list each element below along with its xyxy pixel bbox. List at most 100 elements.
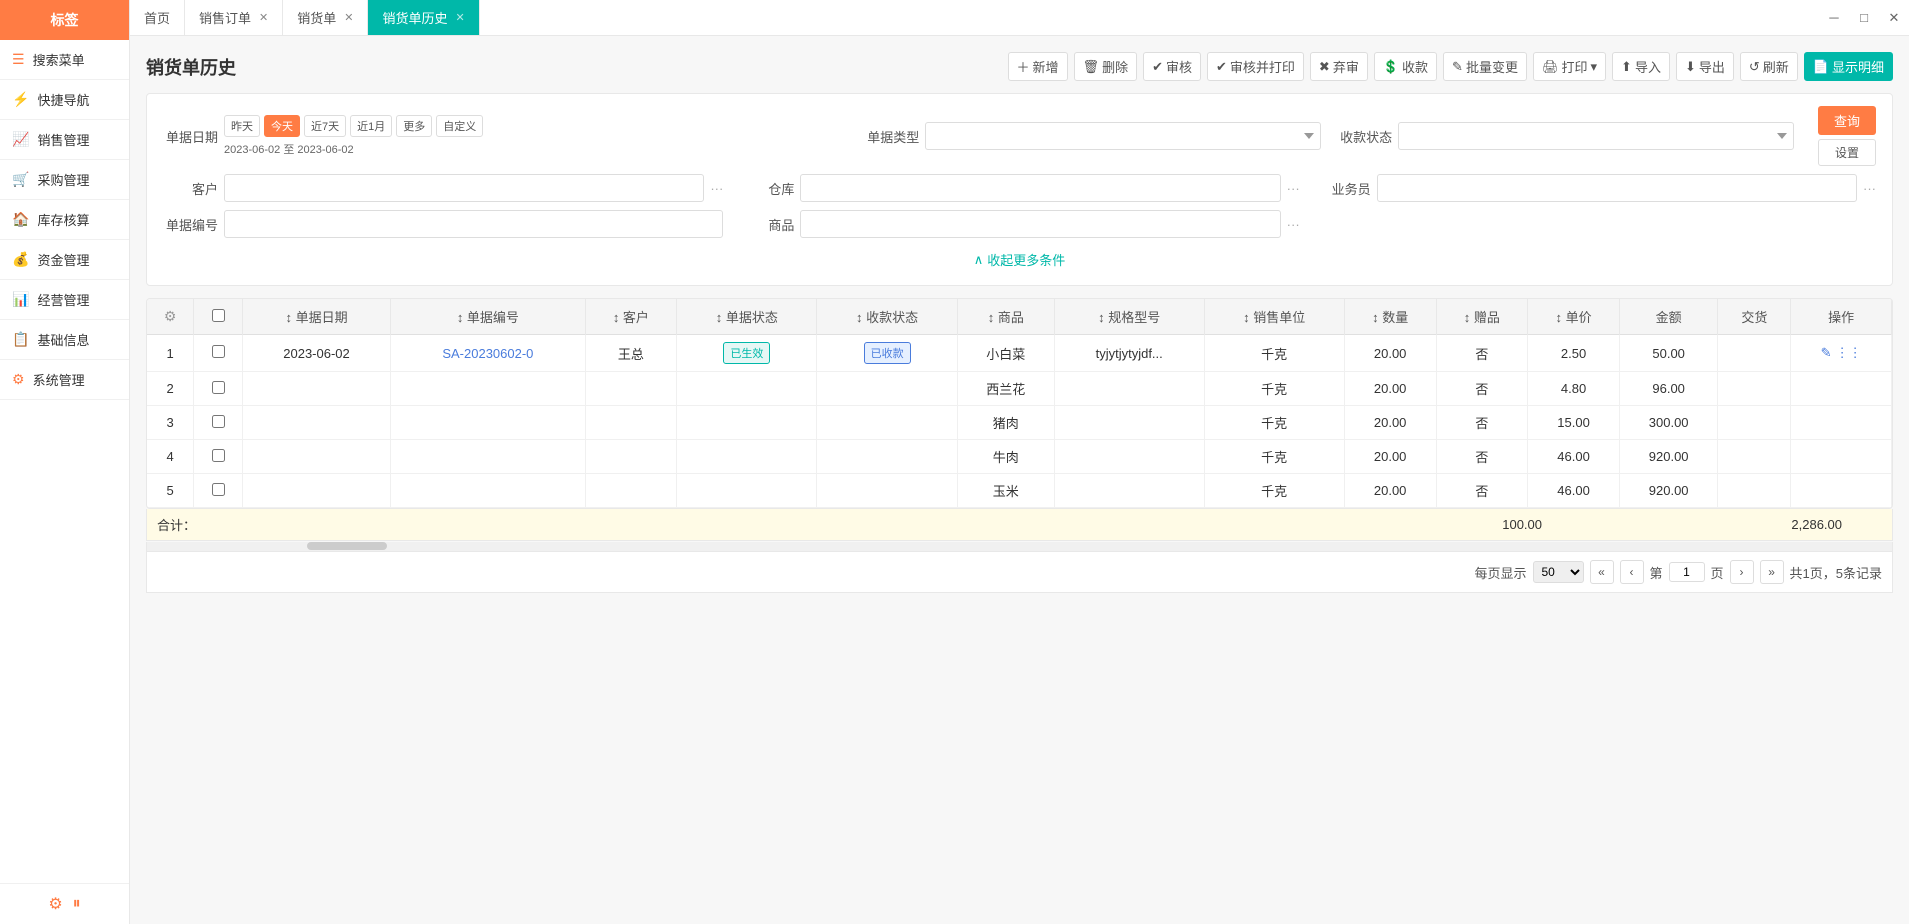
page-number-input[interactable] (1669, 562, 1705, 582)
row-checkbox[interactable] (194, 474, 243, 508)
filter-doc-type-select[interactable] (925, 122, 1321, 150)
col-unit-price[interactable]: ↕ 单价 (1528, 299, 1620, 335)
tab-close-sales-order[interactable]: ✕ (259, 11, 268, 24)
filter-salesperson-dots[interactable]: ··· (1863, 181, 1876, 196)
filter-customer-label: 客户 (163, 179, 218, 198)
delete-button[interactable]: 🗑 删除 (1074, 52, 1138, 81)
sidebar-item-search-menu[interactable]: ☰ 搜索菜单 (0, 40, 129, 80)
page-size-select[interactable]: 50 20 100 200 (1533, 561, 1584, 583)
row-checkbox[interactable] (194, 440, 243, 474)
tab-sales-history[interactable]: 销货单历史 ✕ (368, 0, 479, 35)
sidebar-item-sys-mgmt[interactable]: ⚙ 系统管理 (0, 360, 129, 400)
row-doc-num (391, 440, 585, 474)
page-label: 第 (1650, 563, 1663, 582)
col-doc-num[interactable]: ↕ 单据编号 (391, 299, 585, 335)
sales-mgmt-icon: 📈 (12, 131, 29, 148)
last-page-button[interactable]: » (1760, 560, 1784, 584)
filter-row-3: 单据编号 商品 ··· (163, 210, 1876, 238)
col-doc-status[interactable]: ↕ 单据状态 (677, 299, 817, 335)
row-amount: 920.00 (1619, 474, 1718, 508)
horizontal-scrollbar[interactable] (146, 542, 1893, 552)
filter-salesperson-input[interactable] (1377, 174, 1857, 202)
close-button[interactable]: ✕ (1879, 0, 1909, 36)
date-btn-custom[interactable]: 自定义 (436, 115, 483, 137)
batch-change-button[interactable]: ✎ 批量变更 (1443, 52, 1527, 81)
filter-goods-input[interactable] (800, 210, 1280, 238)
col-unit[interactable]: ↕ 销售单位 (1204, 299, 1344, 335)
refresh-button[interactable]: ↺ 刷新 (1740, 52, 1798, 81)
collapse-button[interactable]: ∧ 收起更多条件 (163, 246, 1876, 273)
row-amount: 300.00 (1619, 406, 1718, 440)
col-customer[interactable]: ↕ 客户 (585, 299, 677, 335)
row-checkbox[interactable] (194, 335, 243, 372)
doc-num-link[interactable]: SA-20230602-0 (442, 346, 533, 361)
audit-button[interactable]: ✔ 审核 (1143, 52, 1201, 81)
filter-goods-dots[interactable]: ··· (1287, 217, 1300, 232)
col-gift[interactable]: ↕ 赠品 (1436, 299, 1528, 335)
date-btn-yesterday[interactable]: 昨天 (224, 115, 260, 137)
print-button[interactable]: 🖨 打印 ▾ (1533, 52, 1606, 81)
audit-print-button[interactable]: ✔ 审核并打印 (1207, 52, 1304, 81)
delete-icon: 🗑 (1083, 59, 1100, 75)
minimize-button[interactable]: － (1819, 0, 1849, 36)
next-page-button[interactable]: › (1730, 560, 1754, 584)
filter-date-item: 单据日期 昨天 今天 近7天 近1月 更多 自定义 2023-06-02 至 2… (163, 115, 848, 157)
more-ops-btn[interactable]: ⋮⋮ (1836, 345, 1862, 361)
filter-customer-input[interactable] (224, 174, 704, 202)
tab-sales-goods[interactable]: 销货单 ✕ (283, 0, 368, 35)
pause-icon[interactable]: ⏸ (73, 895, 81, 913)
show-detail-button[interactable]: 📄 显示明细 (1804, 52, 1893, 81)
row-collect-status (817, 440, 957, 474)
date-btn-today[interactable]: 今天 (264, 115, 300, 137)
sidebar-item-base-info[interactable]: 📋 基础信息 (0, 320, 129, 360)
date-shortcuts: 昨天 今天 近7天 近1月 更多 自定义 (224, 115, 848, 137)
maximize-button[interactable]: □ (1849, 0, 1879, 36)
sidebar-item-label: 资金管理 (37, 250, 89, 269)
col-collect-status[interactable]: ↕ 收款状态 (817, 299, 957, 335)
abandon-button[interactable]: ✖ 弃审 (1310, 52, 1368, 81)
col-spec[interactable]: ↕ 规格型号 (1054, 299, 1204, 335)
sidebar-item-quick-nav[interactable]: ⚡ 快捷导航 (0, 80, 129, 120)
sidebar-item-purchase-mgmt[interactable]: 🛒 采购管理 (0, 160, 129, 200)
tab-home[interactable]: 首页 (130, 0, 185, 35)
setting-button[interactable]: 设置 (1818, 139, 1876, 166)
export-button[interactable]: ⬇ 导出 (1676, 52, 1734, 81)
filter-doc-num-input[interactable] (224, 210, 723, 238)
row-checkbox[interactable] (194, 372, 243, 406)
tab-sales-order[interactable]: 销售订单 ✕ (185, 0, 283, 35)
row-transaction (1718, 474, 1791, 508)
select-all-checkbox[interactable] (212, 309, 225, 322)
row-unit-price: 2.50 (1528, 335, 1620, 372)
add-button[interactable]: ＋ 新增 (1008, 52, 1068, 81)
col-doc-date[interactable]: ↕ 单据日期 (242, 299, 390, 335)
batch-change-icon: ✎ (1452, 59, 1463, 75)
date-btn-7days[interactable]: 近7天 (304, 115, 346, 137)
filter-collect-status-select[interactable] (1398, 122, 1794, 150)
sidebar-item-finance-mgmt[interactable]: 💰 资金管理 (0, 240, 129, 280)
pagination-bar: 每页显示 50 20 100 200 « ‹ 第 页 › » 共1页，5条记录 (146, 552, 1893, 593)
row-num: 1 (147, 335, 194, 372)
tab-close-sales-goods[interactable]: ✕ (344, 11, 353, 24)
settings-icon[interactable]: ⚙ (48, 894, 62, 914)
date-btn-1month[interactable]: 近1月 (350, 115, 392, 137)
import-button[interactable]: ⬆ 导入 (1612, 52, 1670, 81)
sidebar-item-sales-mgmt[interactable]: 📈 销售管理 (0, 120, 129, 160)
prev-page-button[interactable]: ‹ (1620, 560, 1644, 584)
col-qty[interactable]: ↕ 数量 (1344, 299, 1436, 335)
sidebar-item-ops-mgmt[interactable]: 📊 经营管理 (0, 280, 129, 320)
query-button[interactable]: 查询 (1818, 106, 1876, 135)
filter-warehouse-input[interactable] (800, 174, 1280, 202)
filter-warehouse-dots[interactable]: ··· (1287, 181, 1300, 196)
scrollbar-thumb[interactable] (307, 542, 387, 550)
filter-customer-dots[interactable]: ··· (710, 181, 723, 196)
col-goods[interactable]: ↕ 商品 (957, 299, 1054, 335)
row-checkbox[interactable] (194, 406, 243, 440)
col-gear[interactable]: ⚙ (147, 299, 194, 335)
date-btn-more[interactable]: 更多 (396, 115, 432, 137)
sidebar-item-inventory[interactable]: 🏠 库存核算 (0, 200, 129, 240)
tab-close-sales-history[interactable]: ✕ (456, 11, 465, 24)
first-page-button[interactable]: « (1590, 560, 1614, 584)
edit-ops-btn[interactable]: ✎ (1821, 345, 1832, 361)
table-row: 1 2023-06-02 SA-20230602-0 王总 已生效 已收款 小白… (147, 335, 1892, 372)
collect-button[interactable]: 💲 收款 (1374, 52, 1437, 81)
